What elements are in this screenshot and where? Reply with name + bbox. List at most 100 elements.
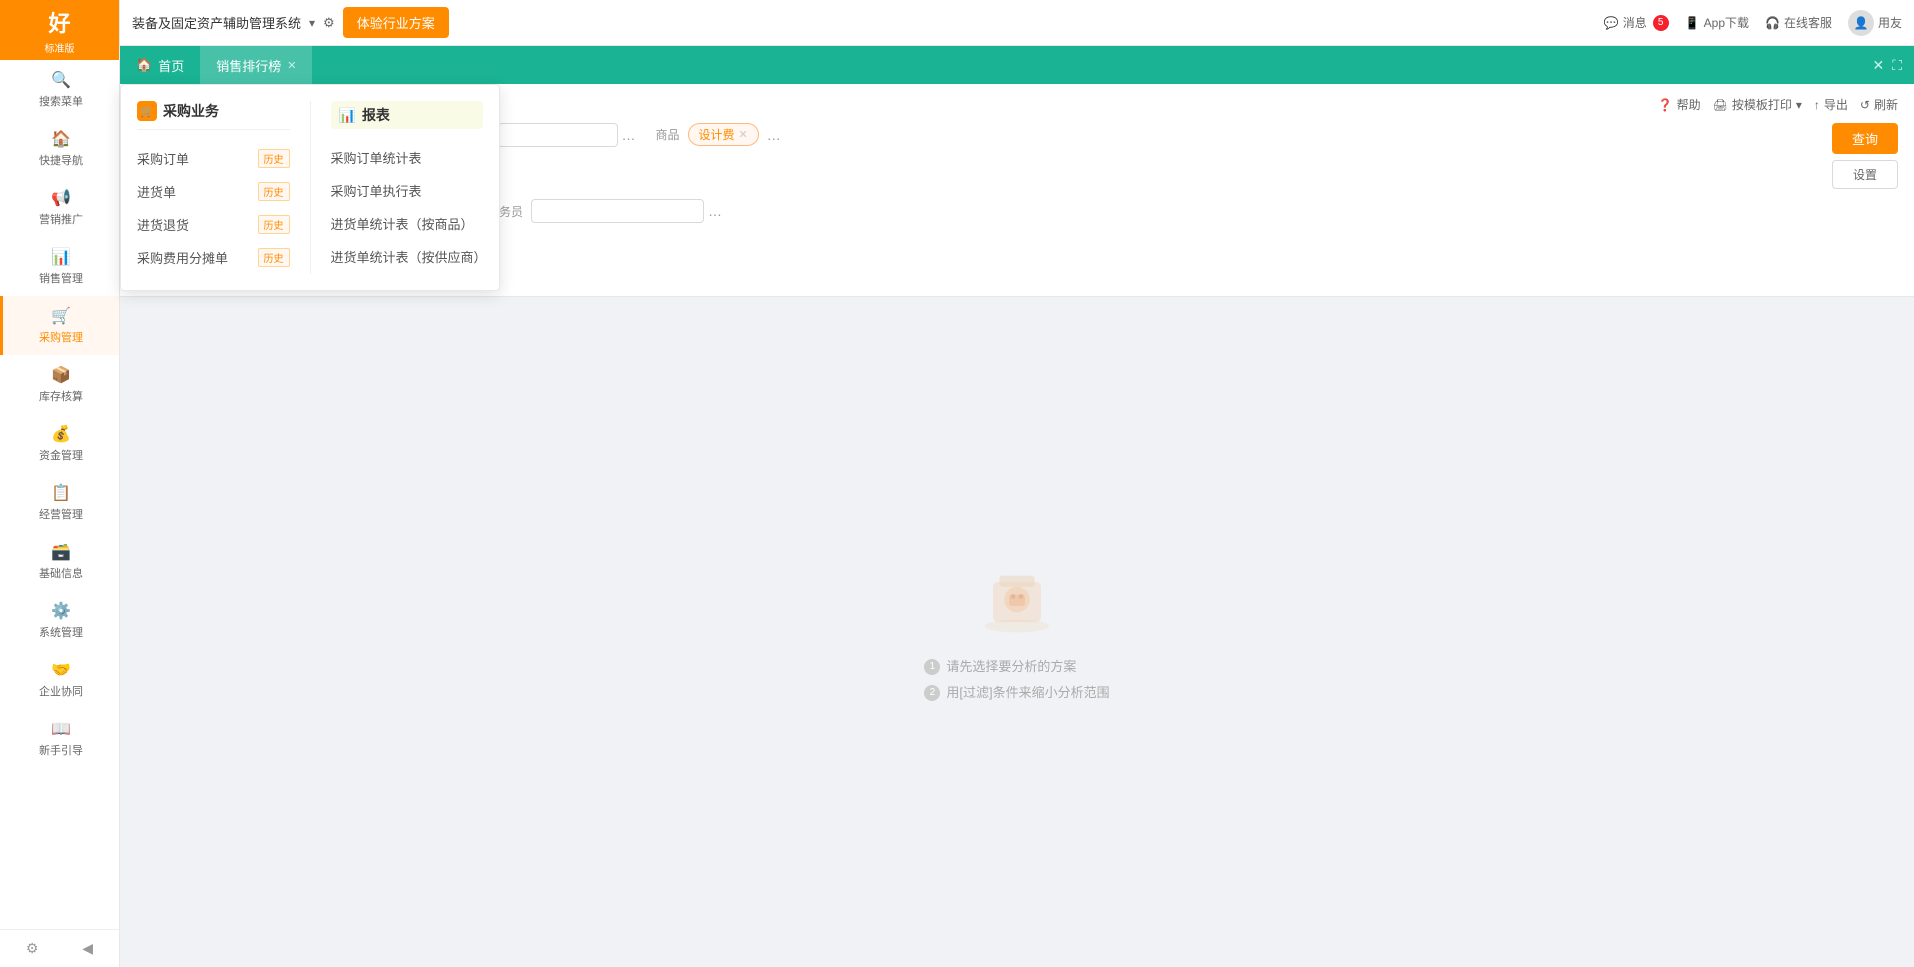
print-label: 按模板打印 (1732, 96, 1792, 113)
topbar-left: 装备及固定资产辅助管理系统 ▾ ⚙ 体验行业方案 (132, 7, 449, 38)
message-item[interactable]: 💬 消息 5 (1604, 14, 1669, 31)
sidebar-icon-5: 📦 (51, 365, 71, 385)
sidebar-label-11: 新手引导 (39, 742, 83, 758)
sidebar-item-2[interactable]: 📢 营销推广 (0, 178, 119, 237)
export-btn[interactable]: ↑ 导出 (1814, 96, 1848, 113)
export-icon: ↑ (1814, 98, 1820, 112)
logo-icon: 好 (48, 6, 70, 38)
refresh-btn[interactable]: ↺ 刷新 (1860, 96, 1898, 113)
help-btn[interactable]: ❓ 帮助 (1658, 96, 1701, 113)
empty-tip-1: 1 请先选择要分析的方案 (924, 654, 1109, 680)
purchase-item-0[interactable]: 采购订单 历史 (137, 142, 290, 175)
sidebar-item-3[interactable]: 📊 销售管理 (0, 237, 119, 296)
sidebar-item-5[interactable]: 📦 库存核算 (0, 355, 119, 414)
report-item-0[interactable]: 采购订单统计表 (331, 141, 484, 174)
purchase-item-1[interactable]: 进货单 历史 (137, 175, 290, 208)
sidebar-label-9: 系统管理 (39, 624, 83, 640)
bill-status-select[interactable] (498, 123, 618, 147)
export-label: 导出 (1824, 96, 1848, 113)
user-item[interactable]: 👤 用友 (1848, 10, 1902, 36)
sidebar-label-8: 基础信息 (39, 565, 83, 581)
purchase-col-icon: 🛒 (137, 101, 157, 121)
sidebar-icon-0: 🔍 (51, 70, 71, 90)
tab-sales-rank-label: 销售排行榜 (216, 56, 281, 75)
print-dropdown-icon[interactable]: ▾ (1796, 98, 1802, 112)
sidebar-label-10: 企业协同 (39, 683, 83, 699)
goods-tag-close[interactable]: ✕ (739, 128, 748, 141)
sidebar-item-7[interactable]: 📋 经营管理 (0, 473, 119, 532)
purchase-item-2[interactable]: 进货退货 历史 (137, 208, 290, 241)
empty-illustration (967, 558, 1067, 638)
collapse-icon[interactable]: ◀ (82, 940, 93, 957)
bill-status-dots[interactable]: … (622, 127, 636, 143)
goods-tag-text: 设计费 (699, 126, 735, 143)
solution-button[interactable]: 体验行业方案 (343, 7, 449, 38)
tab-home-label: 首页 (158, 56, 184, 75)
tab-home[interactable]: 🏠 首页 (120, 46, 200, 84)
app-download-item[interactable]: 📱 App下载 (1685, 14, 1749, 31)
purchase-item-label-3: 采购费用分摊单 (137, 248, 228, 267)
empty-tip-2: 2 用[过滤]条件来缩小分析范围 (924, 680, 1109, 706)
history-tag-3: 历史 (258, 248, 290, 267)
salesman-dots[interactable]: … (708, 203, 722, 219)
sidebar-item-0[interactable]: 🔍 搜索菜单 (0, 60, 119, 119)
sidebar-item-6[interactable]: 💰 资金管理 (0, 414, 119, 473)
topbar-settings-icon[interactable]: ⚙ (323, 15, 335, 31)
settings-icon[interactable]: ⚙ (26, 940, 39, 957)
empty-state-tips: 1 请先选择要分析的方案 2 用[过滤]条件来缩小分析范围 (924, 654, 1109, 706)
logo-sub: 标准版 (45, 40, 75, 55)
online-service-label: 在线客服 (1784, 14, 1832, 31)
sidebar-item-11[interactable]: 📖 新手引导 (0, 709, 119, 768)
purchase-item-label-1: 进货单 (137, 182, 176, 201)
sidebar-item-1[interactable]: 🏠 快捷导航 (0, 119, 119, 178)
home-icon: 🏠 (136, 57, 152, 73)
query-button[interactable]: 查询 (1832, 123, 1898, 154)
message-label: 消息 (1623, 14, 1647, 31)
print-btn[interactable]: 🖨 按模板打印 ▾ (1713, 96, 1802, 113)
tab-minimize-icon[interactable]: ✕ (1872, 57, 1884, 74)
purchase-col: 🛒 采购业务 采购订单 历史 进货单 历史 进货退货 历史 采购费用分摊单 历史 (137, 101, 290, 274)
headset-icon: 🎧 (1765, 16, 1780, 30)
purchase-item-label-0: 采购订单 (137, 149, 189, 168)
report-item-2[interactable]: 进货单统计表（按商品） (331, 207, 484, 240)
sidebar-footer: ⚙ ◀ (0, 929, 119, 967)
dropdown-divider (310, 101, 311, 274)
sidebar: 好 标准版 🔍 搜索菜单 🏠 快捷导航 📢 营销推广 📊 销售管理 🛒 采购管理… (0, 0, 120, 967)
salesman-input[interactable] (531, 199, 704, 223)
sidebar-item-9[interactable]: ⚙️ 系统管理 (0, 591, 119, 650)
tab-expand-icon[interactable]: ⛶ (1892, 57, 1902, 74)
refresh-label: 刷新 (1874, 96, 1898, 113)
sidebar-item-8[interactable]: 🗃️ 基础信息 (0, 532, 119, 591)
purchase-col-title: 采购业务 (163, 101, 219, 121)
sidebar-label-4: 采购管理 (39, 329, 83, 345)
topbar-right: 💬 消息 5 📱 App下载 🎧 在线客服 👤 用友 (1604, 10, 1902, 36)
sidebar-item-10[interactable]: 🤝 企业协同 (0, 650, 119, 709)
topbar-dropdown-icon[interactable]: ▾ (309, 16, 315, 30)
sidebar-icon-11: 📖 (51, 719, 71, 739)
app-download-label: App下载 (1704, 14, 1749, 31)
sidebar-label-3: 销售管理 (39, 270, 83, 286)
set-button[interactable]: 设置 (1832, 160, 1898, 189)
goods-tag: 设计费 ✕ (688, 123, 759, 146)
sidebar-icon-6: 💰 (51, 424, 71, 444)
user-label: 用友 (1878, 14, 1902, 31)
topbar: 装备及固定资产辅助管理系统 ▾ ⚙ 体验行业方案 💬 消息 5 📱 App下载 … (120, 0, 1914, 46)
help-icon: ❓ (1658, 98, 1673, 112)
goods-dots[interactable]: … (767, 127, 781, 143)
message-icon: 💬 (1604, 16, 1619, 30)
report-item-1[interactable]: 采购订单执行表 (331, 174, 484, 207)
report-item-3[interactable]: 进货单统计表（按供应商） (331, 240, 484, 273)
goods-group: 商品 设计费 ✕ … (656, 123, 781, 146)
purchase-item-label-2: 进货退货 (137, 215, 189, 234)
sidebar-menu: 🔍 搜索菜单 🏠 快捷导航 📢 营销推广 📊 销售管理 🛒 采购管理 📦 库存核… (0, 60, 119, 929)
tab-close-icon[interactable]: ✕ (287, 59, 296, 72)
tab-sales-rank[interactable]: 销售排行榜 ✕ (200, 46, 312, 84)
purchase-item-3[interactable]: 采购费用分摊单 历史 (137, 241, 290, 274)
purchase-col-header: 🛒 采购业务 (137, 101, 290, 130)
sidebar-logo: 好 标准版 (0, 0, 119, 60)
user-avatar: 👤 (1848, 10, 1874, 36)
report-col-header: 📊 报表 (331, 101, 484, 129)
report-col-icon: 📊 (339, 107, 356, 124)
online-service-item[interactable]: 🎧 在线客服 (1765, 14, 1832, 31)
sidebar-item-4[interactable]: 🛒 采购管理 (0, 296, 119, 355)
